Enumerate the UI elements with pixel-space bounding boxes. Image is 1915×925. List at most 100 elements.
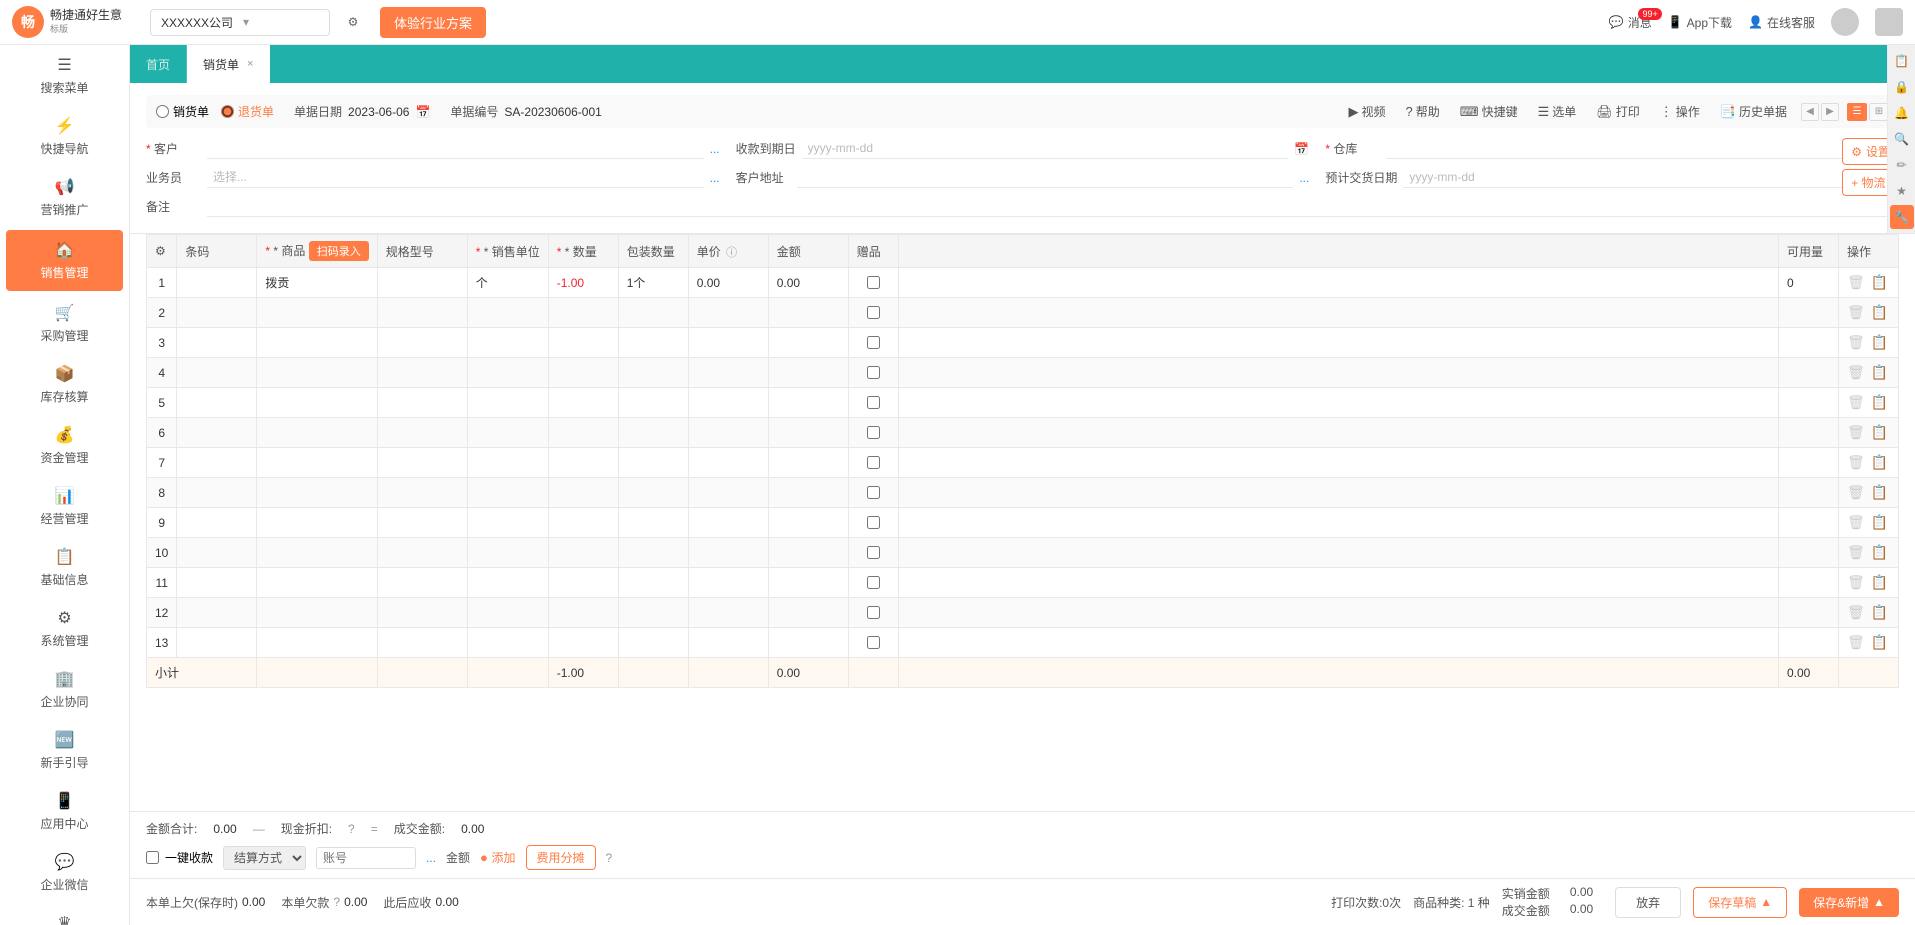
copy-row-btn[interactable]: 📋 [1871,424,1888,441]
delete-row-btn[interactable]: 🗑 [1847,544,1865,561]
cell-gift[interactable] [848,478,898,508]
copy-row-btn[interactable]: 📋 [1871,394,1888,411]
delete-row-btn[interactable]: 🗑 [1847,424,1865,441]
cell-unit[interactable] [467,358,548,388]
trial-button[interactable]: 体验行业方案 [380,7,486,38]
cell-product[interactable] [257,508,377,538]
cell-packqty[interactable] [618,508,688,538]
cell-price[interactable] [688,448,768,478]
cell-amount[interactable] [768,418,848,448]
salesperson-more-btn[interactable]: ... [710,171,720,185]
salesperson-input[interactable] [207,167,704,188]
abandon-button[interactable]: 放弃 [1615,887,1681,918]
right-panel-btn-1[interactable]: 📋 [1890,49,1914,73]
copy-row-btn[interactable]: 📋 [1871,634,1888,651]
cell-product[interactable] [257,358,377,388]
cell-qty[interactable] [548,448,618,478]
help-icon[interactable]: ? [348,822,355,836]
cell-packqty[interactable]: 1个 [618,268,688,298]
delete-row-btn[interactable]: 🗑 [1847,334,1865,351]
gift-checkbox[interactable] [867,426,880,439]
cell-gift[interactable] [848,568,898,598]
cell-barcode[interactable] [177,388,257,418]
sidebar-item-search[interactable]: ☰ 搜索菜单 [0,45,129,106]
cell-barcode[interactable] [177,568,257,598]
cell-price[interactable] [688,358,768,388]
operation-btn[interactable]: ⋮ 操作 [1654,101,1706,122]
avatar[interactable] [1831,8,1859,36]
shortcut-btn[interactable]: ⌨ 快捷键 [1454,101,1524,122]
cell-spec[interactable] [377,508,467,538]
cell-price[interactable] [688,598,768,628]
video-btn[interactable]: ▶ 视频 [1343,101,1392,122]
delete-row-btn[interactable]: 🗑 [1847,574,1865,591]
cell-price[interactable] [688,388,768,418]
app-download-btn[interactable]: 📱 App下载 [1668,14,1732,31]
cell-packqty[interactable] [618,478,688,508]
cell-amount[interactable] [768,328,848,358]
cell-packqty[interactable] [618,598,688,628]
cell-qty[interactable]: -1.00 [548,268,618,298]
cell-barcode[interactable] [177,418,257,448]
company-selector[interactable]: XXXXXX公司 ▾ [150,9,330,36]
cell-barcode[interactable] [177,268,257,298]
cell-product[interactable] [257,598,377,628]
cell-amount[interactable] [768,448,848,478]
cell-barcode[interactable] [177,448,257,478]
cell-product[interactable] [257,328,377,358]
delete-row-btn[interactable]: 🗑 [1847,364,1865,381]
cell-barcode[interactable] [177,628,257,658]
online-service-btn[interactable]: 👤 在线客服 [1748,14,1815,31]
sidebar-item-marketing[interactable]: 📢 营销推广 [0,167,129,228]
gift-checkbox[interactable] [867,486,880,499]
select-btn[interactable]: ☰ 选单 [1532,101,1583,122]
expense-help-icon[interactable]: ? [606,851,613,865]
cell-product[interactable] [257,448,377,478]
cell-amount[interactable] [768,298,848,328]
sidebar-item-membership[interactable]: ♛ 畅会员 [0,903,129,925]
sales-order-radio[interactable]: 销货单 [156,103,209,120]
cell-gift[interactable] [848,268,898,298]
cell-amount[interactable] [768,568,848,598]
cell-packqty[interactable] [618,328,688,358]
cell-unit[interactable] [467,388,548,418]
add-payment-btn[interactable]: ● 添加 [480,849,515,866]
cell-qty[interactable] [548,478,618,508]
cell-unit[interactable] [467,418,548,448]
sidebar-item-guide[interactable]: 🆕 新手引导 [0,720,129,781]
cell-spec[interactable] [377,628,467,658]
cell-qty[interactable] [548,598,618,628]
cell-amount[interactable] [768,388,848,418]
gift-checkbox[interactable] [867,456,880,469]
gift-checkbox[interactable] [867,276,880,289]
gift-checkbox[interactable] [867,396,880,409]
cell-price[interactable] [688,418,768,448]
sidebar-item-operation[interactable]: 📊 经营管理 [0,476,129,537]
tab-home[interactable]: 首页 [130,45,187,83]
sidebar-item-finance[interactable]: 💰 资金管理 [0,415,129,476]
account-more-btn[interactable]: ... [426,851,436,865]
cell-unit[interactable] [467,478,548,508]
cell-unit[interactable] [467,568,548,598]
cell-gift[interactable] [848,388,898,418]
cell-qty[interactable] [548,628,618,658]
receipt-calendar-icon[interactable]: 📅 [1294,142,1309,156]
cell-qty[interactable] [548,328,618,358]
delete-row-btn[interactable]: 🗑 [1847,394,1865,411]
cell-product[interactable] [257,538,377,568]
cell-barcode[interactable] [177,328,257,358]
receipt-date-input[interactable] [802,138,1289,159]
settings-gear-icon[interactable]: ⚙ [338,7,368,37]
cell-packqty[interactable] [618,388,688,418]
account-input[interactable] [316,847,416,869]
sidebar-item-app-center[interactable]: 📱 应用中心 [0,781,129,842]
cell-unit[interactable]: 个 [467,268,548,298]
save-new-button[interactable]: 保存&新增 ▲ [1799,888,1899,917]
right-panel-btn-7[interactable]: 🔧 [1890,205,1914,229]
cell-barcode[interactable] [177,598,257,628]
cell-qty[interactable] [548,418,618,448]
customer-address-input[interactable] [797,167,1294,188]
cell-amount[interactable] [768,628,848,658]
cell-spec[interactable] [377,328,467,358]
cell-gift[interactable] [848,598,898,628]
